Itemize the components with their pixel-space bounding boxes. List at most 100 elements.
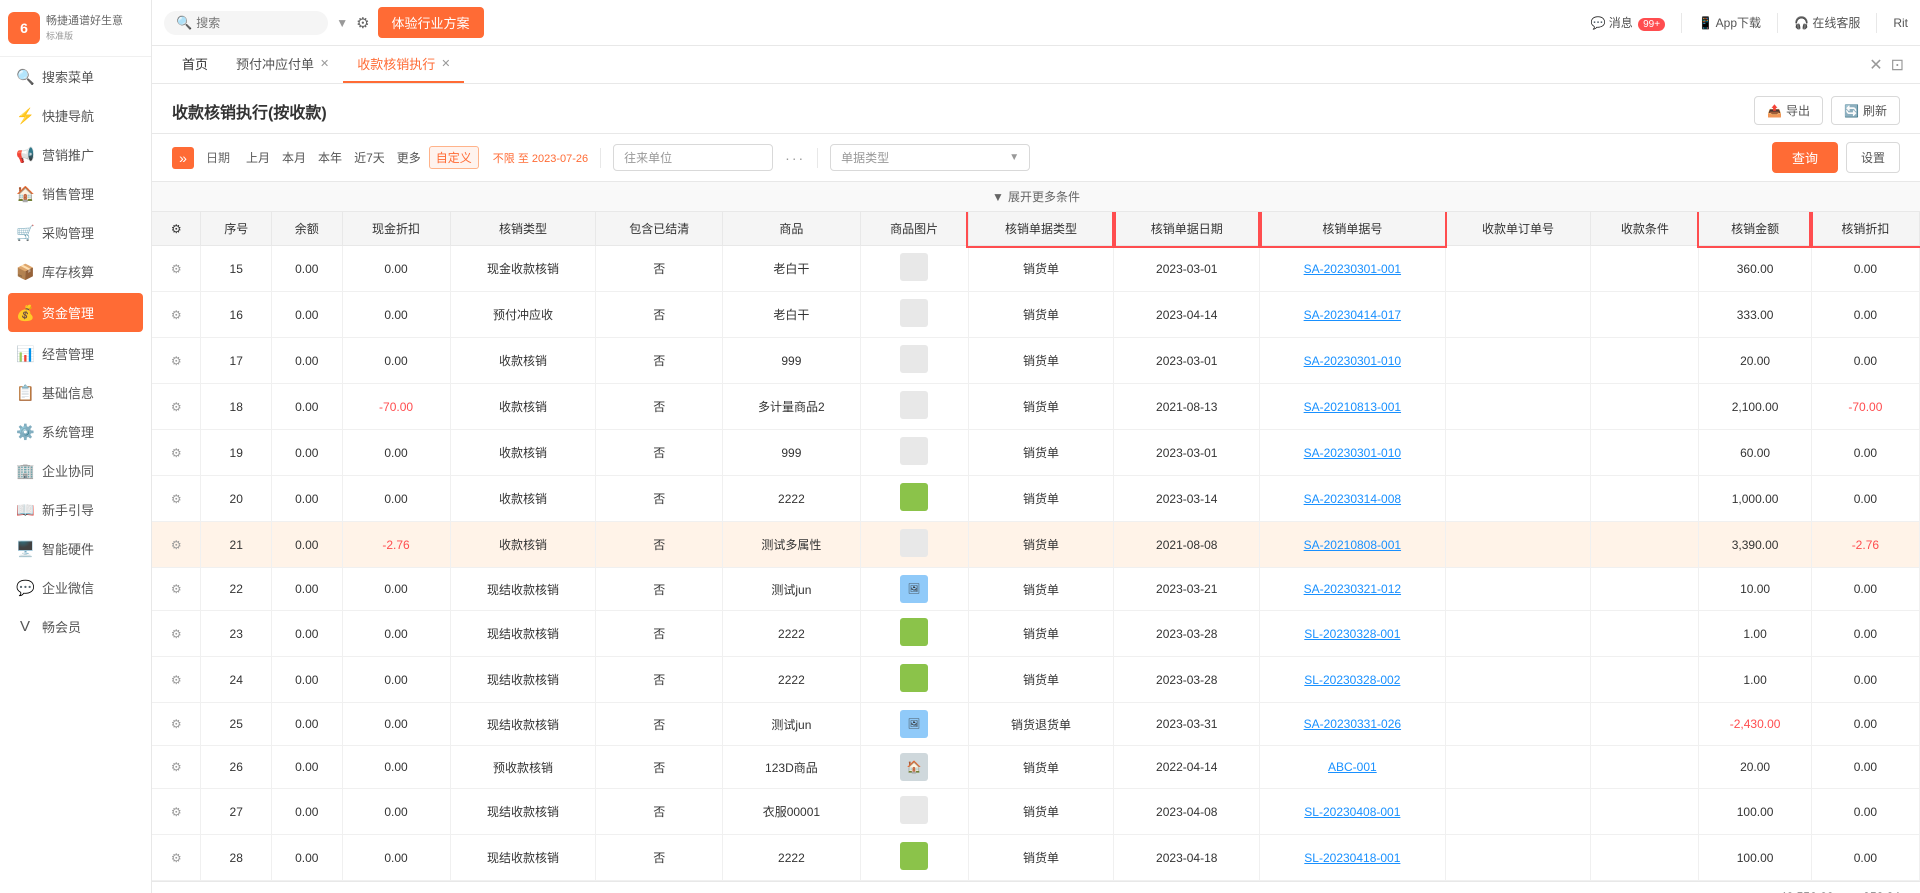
- date-btn-custom[interactable]: 自定义: [429, 146, 479, 169]
- cell-writeoff-no[interactable]: SL-20230408-001: [1260, 789, 1446, 835]
- cell-goods: 老白干: [723, 292, 860, 338]
- cell-settings[interactable]: ⚙: [152, 292, 201, 338]
- solution-button[interactable]: 体验行业方案: [378, 7, 484, 38]
- col-settings[interactable]: ⚙: [152, 212, 201, 246]
- cell-writeoff-no[interactable]: SA-20210813-001: [1260, 384, 1446, 430]
- shortcut-icon: ⚡: [16, 107, 34, 125]
- table-container: ⚙ 序号 余额 现金折扣 核销类型 包含已结清 商品 商品图片 核销单据类型 核…: [152, 212, 1920, 893]
- table-row: ⚙ 21 0.00 -2.76 收款核销 否 测试多属性 销货单 2021-08…: [152, 522, 1920, 568]
- table-row: ⚙ 27 0.00 0.00 现结收款核销 否 衣服00001 销货单 2023…: [152, 789, 1920, 835]
- guide-icon: 📖: [16, 501, 34, 519]
- cell-discount: 0.00: [1811, 611, 1919, 657]
- sidebar-item-marketing[interactable]: 📢营销推广: [0, 135, 151, 174]
- cell-goods-img: [860, 835, 968, 881]
- sidebar-item-system[interactable]: ⚙️系统管理: [0, 412, 151, 451]
- cell-writeoff-no[interactable]: SL-20230328-001: [1260, 611, 1446, 657]
- sidebar-item-inventory[interactable]: 📦库存核算: [0, 252, 151, 291]
- cell-receipt-terms: [1591, 703, 1699, 746]
- app-download[interactable]: 📱 App下载: [1698, 14, 1761, 31]
- date-btn-this-year[interactable]: 本年: [314, 147, 346, 168]
- search-input[interactable]: [196, 16, 316, 30]
- sidebar-item-business[interactable]: 📊经营管理: [0, 334, 151, 373]
- sidebar-item-purchase[interactable]: 🛒采购管理: [0, 213, 151, 252]
- voucher-type-select[interactable]: 单据类型 ▼: [830, 144, 1030, 171]
- cell-goods: 测试jun: [723, 568, 860, 611]
- sidebar-item-sales[interactable]: 🏠销售管理: [0, 174, 151, 213]
- date-btn-this-month[interactable]: 本月: [278, 147, 310, 168]
- cell-settings[interactable]: ⚙: [152, 703, 201, 746]
- cell-balance: 0.00: [271, 746, 342, 789]
- date-btn-7days[interactable]: 近7天: [350, 147, 389, 168]
- sidebar-item-finance[interactable]: 💰资金管理: [8, 293, 143, 332]
- window-maximize-icon[interactable]: ⊡: [1891, 55, 1904, 75]
- cell-writeoff-no[interactable]: SA-20230301-001: [1260, 246, 1446, 292]
- cell-goods-img: [860, 611, 968, 657]
- cell-settings[interactable]: ⚙: [152, 476, 201, 522]
- cell-settings[interactable]: ⚙: [152, 746, 201, 789]
- date-btn-more[interactable]: 更多: [393, 147, 425, 168]
- source-unit-input[interactable]: 往来单位: [613, 144, 773, 171]
- date-btn-last-month[interactable]: 上月: [242, 147, 274, 168]
- query-button[interactable]: 查询: [1772, 142, 1838, 173]
- sidebar-item-wechat[interactable]: 💬企业微信: [0, 568, 151, 607]
- cell-date: 2023-03-01: [1114, 246, 1260, 292]
- cell-cash-discount: 0.00: [342, 789, 450, 835]
- cell-writeoff-no[interactable]: SA-20230414-017: [1260, 292, 1446, 338]
- sidebar-item-hardware[interactable]: 🖥️智能硬件: [0, 529, 151, 568]
- cell-amount: 1.00: [1699, 611, 1811, 657]
- cell-writeoff-no[interactable]: ABC-001: [1260, 746, 1446, 789]
- cell-settings[interactable]: ⚙: [152, 338, 201, 384]
- cell-settings[interactable]: ⚙: [152, 835, 201, 881]
- settings-icon[interactable]: ⚙: [356, 14, 369, 32]
- table-row: ⚙ 17 0.00 0.00 收款核销 否 999 销货单 2023-03-01…: [152, 338, 1920, 384]
- cell-settings[interactable]: ⚙: [152, 789, 201, 835]
- cell-include-settled: 否: [596, 789, 723, 835]
- cell-date: 2023-04-14: [1114, 292, 1260, 338]
- cell-writeoff-no[interactable]: SA-20230301-010: [1260, 338, 1446, 384]
- cell-settings[interactable]: ⚙: [152, 611, 201, 657]
- tab-prepay-close[interactable]: ✕: [320, 57, 329, 70]
- sidebar-item-shortcut[interactable]: ⚡快捷导航: [0, 96, 151, 135]
- cell-settings[interactable]: ⚙: [152, 384, 201, 430]
- cell-settings[interactable]: ⚙: [152, 246, 201, 292]
- cell-balance: 0.00: [271, 703, 342, 746]
- sidebar-item-enterprise[interactable]: 🏢企业协同: [0, 451, 151, 490]
- cell-writeoff-no[interactable]: SL-20230328-002: [1260, 657, 1446, 703]
- table-footer: 40,556,66... 952.24: [152, 881, 1920, 893]
- search-bar[interactable]: 🔍: [164, 11, 328, 35]
- refresh-button[interactable]: 🔄 刷新: [1831, 96, 1900, 125]
- cell-voucher-type: 销货单: [968, 522, 1114, 568]
- filter-settings-button[interactable]: 设置: [1846, 142, 1900, 173]
- cell-writeoff-no[interactable]: SA-20230314-008: [1260, 476, 1446, 522]
- cell-writeoff-no[interactable]: SA-20230321-012: [1260, 568, 1446, 611]
- sidebar-item-member[interactable]: V畅会员: [0, 607, 151, 646]
- cell-writeoff-no[interactable]: SA-20230331-026: [1260, 703, 1446, 746]
- cell-receipt-terms: [1591, 522, 1699, 568]
- cell-goods: 衣服00001: [723, 789, 860, 835]
- cell-settings[interactable]: ⚙: [152, 657, 201, 703]
- cell-writeoff-type: 预收款核销: [450, 746, 596, 789]
- user-label[interactable]: Rit: [1893, 16, 1908, 30]
- sidebar-item-search[interactable]: 🔍搜索菜单: [0, 57, 151, 96]
- tab-prepay[interactable]: 预付冲应付单 ✕: [222, 46, 343, 83]
- cell-settings[interactable]: ⚙: [152, 522, 201, 568]
- message-item[interactable]: 💬 消息 99+: [1590, 14, 1665, 31]
- cell-writeoff-no[interactable]: SA-20210808-001: [1260, 522, 1446, 568]
- system-icon: ⚙️: [16, 423, 34, 441]
- online-service[interactable]: 🎧 在线客服: [1794, 14, 1860, 31]
- tab-home[interactable]: 首页: [168, 46, 222, 83]
- cell-writeoff-no[interactable]: SA-20230301-010: [1260, 430, 1446, 476]
- cell-discount: 0.00: [1811, 430, 1919, 476]
- cell-settings[interactable]: ⚙: [152, 568, 201, 611]
- cell-settings[interactable]: ⚙: [152, 430, 201, 476]
- sidebar-item-basic[interactable]: 📋基础信息: [0, 373, 151, 412]
- col-goods-img: 商品图片: [860, 212, 968, 246]
- window-close-icon[interactable]: ✕: [1869, 55, 1882, 75]
- cell-writeoff-no[interactable]: SL-20230418-001: [1260, 835, 1446, 881]
- sidebar-item-guide[interactable]: 📖新手引导: [0, 490, 151, 529]
- export-button[interactable]: 📤 导出: [1754, 96, 1823, 125]
- filter-expand-button[interactable]: »: [172, 147, 194, 169]
- expand-conditions-button[interactable]: ▼ 展开更多条件: [992, 188, 1080, 205]
- tab-writeoff-close[interactable]: ✕: [441, 57, 450, 70]
- tab-writeoff[interactable]: 收款核销执行 ✕: [343, 46, 464, 83]
